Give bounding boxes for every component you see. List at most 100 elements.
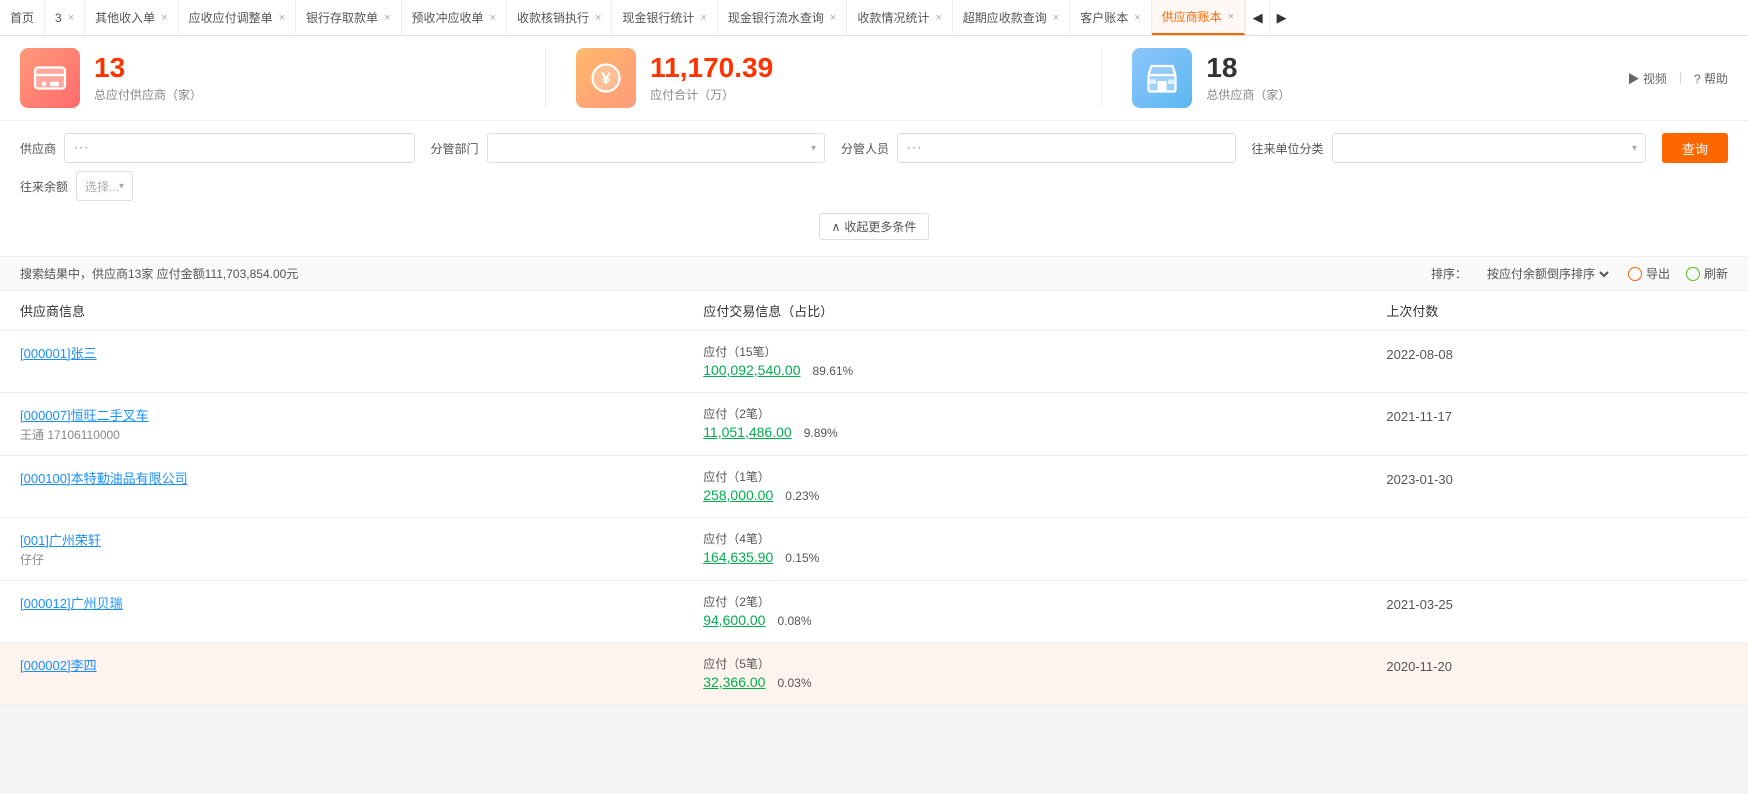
nav-cash-bank-flow[interactable]: 现金银行流水查询 × [718, 0, 847, 35]
nav-home[interactable]: 首页 [0, 0, 45, 35]
close-icon[interactable]: × [830, 12, 836, 24]
last-payment-1: 2021-11-17 [1386, 405, 1728, 424]
vendor-filter-label: 供应商 [20, 140, 56, 157]
close-icon[interactable]: × [935, 12, 941, 24]
table-row: [000007]恒旺二手叉车 王通 17106110000 应付（2笔） 11,… [0, 393, 1748, 456]
refresh-button[interactable]: 刷新 [1686, 265, 1728, 282]
nav-vendor-ledger[interactable]: 供应商账本 × [1152, 0, 1245, 35]
nav-other-income[interactable]: 其他收入单 × [85, 0, 178, 35]
person-dots: ··· [906, 139, 922, 157]
vendor-link-3[interactable]: [001]广州荣轩 [20, 530, 703, 549]
close-icon[interactable]: × [161, 12, 167, 24]
unit-class-filter-label: 往来单位分类 [1252, 140, 1324, 157]
payable-amount-label: 应付合计（万） [650, 86, 773, 103]
trans-amount-0[interactable]: 100,092,540.00 [703, 362, 800, 378]
total-vendors-label: 总供应商（家） [1206, 86, 1290, 103]
trans-percent-2: 0.23% [785, 489, 819, 503]
video-icon: ▶ [1627, 72, 1642, 86]
table-row: [000002]李四 应付（5笔） 32,366.00 0.03% 2020-1… [0, 643, 1748, 705]
trans-amount-3[interactable]: 164,635.90 [703, 549, 773, 565]
nav-cash-bank-stat[interactable]: 现金银行统计 × [612, 0, 717, 35]
nav-bank-deposit[interactable]: 银行存取款单 × [296, 0, 401, 35]
close-icon[interactable]: × [700, 12, 706, 24]
last-payment-4: 2021-03-25 [1386, 593, 1728, 612]
help-link[interactable]: ? 帮助 [1694, 70, 1728, 87]
collapse-button[interactable]: ∧ 收起更多条件 [819, 213, 930, 240]
close-icon[interactable]: × [490, 12, 496, 24]
trans-percent-0: 89.61% [813, 364, 854, 378]
trans-amount-2[interactable]: 258,000.00 [703, 487, 773, 503]
table-header: 供应商信息 应付交易信息（占比） 上次付数 [0, 291, 1748, 331]
payable-amount-card: ¥ 11,170.39 应付合计（万） [576, 48, 1071, 108]
close-icon[interactable]: × [384, 12, 390, 24]
close-icon[interactable]: × [279, 12, 285, 24]
close-icon[interactable]: × [1134, 12, 1140, 24]
dept-filter-item: 分管部门 ▾ [431, 133, 826, 163]
trans-amount-4[interactable]: 94,600.00 [703, 612, 765, 628]
query-button[interactable]: 查询 [1662, 133, 1728, 163]
trans-percent-3: 0.15% [785, 551, 819, 565]
vendor-link-2[interactable]: [000100]本特勤油品有限公司 [20, 468, 703, 487]
trans-label-2: 应付（1笔） [703, 468, 1386, 485]
trans-label-5: 应付（5笔） [703, 655, 1386, 672]
trans-info-2: 应付（1笔） 258,000.00 0.23% [703, 468, 1386, 505]
help-icon: ? [1694, 72, 1704, 86]
trans-amount-5[interactable]: 32,366.00 [703, 674, 765, 690]
nav-bar: 首页 3 × 其他收入单 × 应收应付调整单 × 银行存取款单 × 预收冲应收单… [0, 0, 1748, 36]
total-vendors-icon [1132, 48, 1192, 108]
nav-tab3[interactable]: 3 × [45, 0, 85, 35]
nav-overdue-ar[interactable]: 超期应收款查询 × [953, 0, 1070, 35]
unit-class-filter-input[interactable]: ▾ [1332, 133, 1646, 163]
vendor-dots: ··· [73, 139, 89, 157]
video-link[interactable]: ▶ 视频 [1627, 70, 1666, 87]
nav-ar-ap-adjust[interactable]: 应收应付调整单 × [179, 0, 296, 35]
nav-receipt-exec[interactable]: 收款核销执行 × [507, 0, 612, 35]
sort-select[interactable]: 按应付余额倒序排序 [1483, 266, 1612, 282]
dept-filter-input[interactable]: ▾ [487, 133, 825, 163]
unit-class-chevron-icon: ▾ [1632, 143, 1637, 154]
payable-vendors-icon [20, 48, 80, 108]
vendor-sub-3: 仔仔 [20, 551, 703, 568]
vendor-link-5[interactable]: [000002]李四 [20, 655, 703, 674]
vendor-info-1: [000007]恒旺二手叉车 王通 17106110000 [20, 405, 703, 443]
vendor-info-3: [001]广州荣轩 仔仔 [20, 530, 703, 568]
nav-left-arrow[interactable]: ◀ [1245, 0, 1269, 36]
last-payment-0: 2022-08-08 [1386, 343, 1728, 362]
balance-filter-input[interactable]: 选择... ▾ [76, 171, 133, 201]
balance-filter-item: 往来余额 选择... ▾ [20, 171, 133, 201]
close-icon[interactable]: × [68, 12, 74, 24]
col-header-last-payment: 上次付数 [1386, 301, 1728, 320]
collapse-row: ∧ 收起更多条件 [20, 209, 1728, 244]
last-payment-2: 2023-01-30 [1386, 468, 1728, 487]
refresh-label: 刷新 [1704, 265, 1728, 282]
vendor-link-4[interactable]: [000012]广州贝瑞 [20, 593, 703, 612]
nav-right-arrow[interactable]: ▶ [1269, 0, 1293, 36]
person-filter-input[interactable]: ··· [897, 133, 1235, 163]
vendor-info-5: [000002]李四 [20, 655, 703, 674]
filter-row-1: 供应商 ··· 分管部门 ▾ 分管人员 ··· 往来单位分类 ▾ [20, 133, 1728, 163]
nav-advance-ar[interactable]: 预收冲应收单 × [402, 0, 507, 35]
close-icon[interactable]: × [595, 12, 601, 24]
vendor-filter-input[interactable]: ··· [64, 133, 414, 163]
close-icon[interactable]: × [1228, 11, 1234, 23]
trans-label-3: 应付（4笔） [703, 530, 1386, 547]
nav-customer-ledger[interactable]: 客户账本 × [1070, 0, 1151, 35]
vendor-link-0[interactable]: [000001]张三 [20, 343, 703, 362]
close-icon[interactable]: × [1053, 12, 1059, 24]
refresh-icon [1686, 267, 1700, 281]
col-header-trans: 应付交易信息（占比） [703, 301, 1386, 320]
unit-class-filter-item: 往来单位分类 ▾ [1252, 133, 1647, 163]
table-row: [000100]本特勤油品有限公司 应付（1笔） 258,000.00 0.23… [0, 456, 1748, 518]
nav-receipt-stat[interactable]: 收款情况统计 × [847, 0, 952, 35]
last-payment-5: 2020-11-20 [1386, 655, 1728, 674]
person-filter-label: 分管人员 [841, 140, 889, 157]
balance-filter-label: 往来余额 [20, 178, 68, 195]
person-filter-item: 分管人员 ··· [841, 133, 1236, 163]
vendor-info-4: [000012]广州贝瑞 [20, 593, 703, 612]
sort-label: 排序： [1431, 265, 1467, 282]
trans-row-5: 32,366.00 0.03% [703, 672, 1386, 692]
trans-amount-1[interactable]: 11,051,486.00 [703, 424, 792, 440]
vendor-table: 供应商信息 应付交易信息（占比） 上次付数 [000001]张三 应付（15笔）… [0, 291, 1748, 705]
vendor-link-1[interactable]: [000007]恒旺二手叉车 [20, 405, 703, 424]
export-button[interactable]: 导出 [1628, 265, 1670, 282]
